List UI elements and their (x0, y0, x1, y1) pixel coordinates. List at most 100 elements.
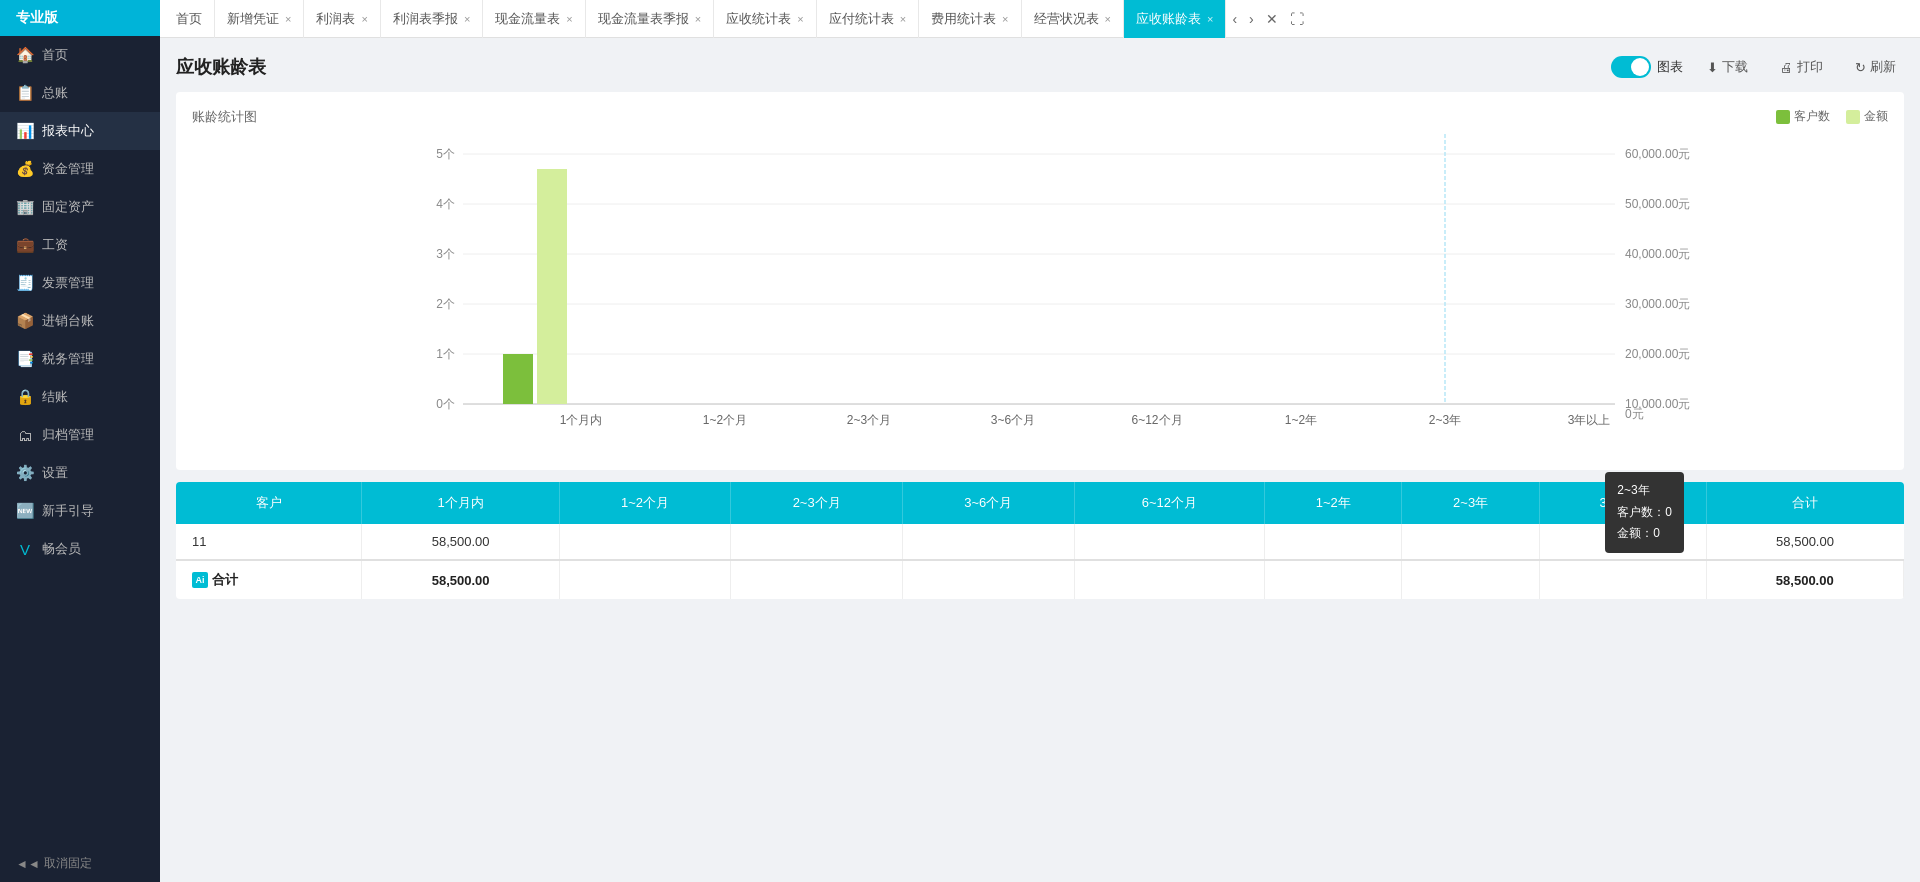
sidebar-item-label: 归档管理 (42, 426, 94, 444)
close-tab-voucher[interactable]: × (285, 13, 291, 25)
sidebar-item-invoice[interactable]: 🧾 发票管理 (0, 264, 160, 302)
footer-total: 58,500.00 (1706, 560, 1903, 599)
sidebar: 专业版 🏠 首页 📋 总账 📊 报表中心 💰 资金管理 🏢 固定资产 💼 工资 … (0, 0, 160, 882)
sidebar-item-reports[interactable]: 📊 报表中心 (0, 112, 160, 150)
footer-1m: 58,500.00 (362, 560, 559, 599)
unpin-icon: ◄◄ (16, 857, 40, 871)
close-tab-operation[interactable]: × (1105, 13, 1111, 25)
sidebar-item-guide[interactable]: 🆕 新手引导 (0, 492, 160, 530)
assets-icon: 🏢 (16, 198, 34, 216)
svg-text:60,000.00元: 60,000.00元 (1625, 147, 1690, 161)
salary-icon: 💼 (16, 236, 34, 254)
tab-operation[interactable]: 经营状况表 × (1022, 0, 1124, 38)
col-header-1to2m: 1~2个月 (559, 482, 731, 524)
cell-1to2m (559, 524, 731, 560)
page-title: 应收账龄表 (176, 55, 266, 79)
table-footer-row: Ai 合计 58,500.00 58,500.00 (176, 560, 1904, 599)
chart-container: 账龄统计图 客户数 金额 5个 4个 3个 2个 1个 0个 (176, 92, 1904, 470)
tab-close-all-button[interactable]: ✕ (1260, 0, 1284, 38)
chart-svg: 5个 4个 3个 2个 1个 0个 60,000.00元 50,000.00元 … (192, 134, 1888, 454)
sidebar-item-archive[interactable]: 🗂 归档管理 (0, 416, 160, 454)
sales-icon: 📦 (16, 312, 34, 330)
tab-cashflow-season[interactable]: 现金流量表季报 × (586, 0, 714, 38)
close-tab-cashflow[interactable]: × (566, 13, 572, 25)
refresh-icon: ↻ (1855, 60, 1866, 75)
data-table: 客户 1个月内 1~2个月 2~3个月 3~6个月 6~12个月 1~2年 2~… (176, 482, 1904, 599)
sidebar-item-label: 进销台账 (42, 312, 94, 330)
cell-2to3y (1402, 524, 1539, 560)
guide-icon: 🆕 (16, 502, 34, 520)
close-tab-profit[interactable]: × (361, 13, 367, 25)
close-tab-payable-stat[interactable]: × (900, 13, 906, 25)
sidebar-item-tax[interactable]: 📑 税务管理 (0, 340, 160, 378)
sidebar-item-label: 畅会员 (42, 540, 81, 558)
tab-profit[interactable]: 利润表 × (304, 0, 380, 38)
legend-customer: 客户数 (1776, 108, 1830, 125)
cell-3yplus (1539, 524, 1706, 560)
close-tab-cashflow-season[interactable]: × (695, 13, 701, 25)
chart-legend: 客户数 金额 (1776, 108, 1888, 125)
footer-1to2m (559, 560, 731, 599)
sidebar-item-settings[interactable]: ⚙️ 设置 (0, 454, 160, 492)
svg-text:4个: 4个 (436, 197, 455, 211)
footer-label: Ai 合计 (176, 560, 362, 599)
sidebar-item-ledger[interactable]: 📋 总账 (0, 74, 160, 112)
svg-text:2~3个月: 2~3个月 (847, 413, 891, 427)
main-area: 首页 新增凭证 × 利润表 × 利润表季报 × 现金流量表 × 现金流量表季报 … (160, 0, 1920, 882)
tab-receivable-stat[interactable]: 应收统计表 × (714, 0, 816, 38)
sidebar-item-sales[interactable]: 📦 进销台账 (0, 302, 160, 340)
sidebar-item-funds[interactable]: 💰 资金管理 (0, 150, 160, 188)
unpin-button[interactable]: ◄◄ 取消固定 (0, 845, 160, 882)
close-tab-expense-stat[interactable]: × (1002, 13, 1008, 25)
download-icon: ⬇ (1707, 60, 1718, 75)
sidebar-item-salary[interactable]: 💼 工资 (0, 226, 160, 264)
tab-prev-button[interactable]: ‹ (1226, 0, 1243, 38)
bar-amount-1[interactable] (537, 169, 567, 404)
svg-text:0个: 0个 (436, 397, 455, 411)
chart-toggle-label: 图表 (1657, 58, 1683, 76)
archive-icon: 🗂 (16, 427, 34, 444)
tab-cashflow[interactable]: 现金流量表 × (483, 0, 585, 38)
svg-text:30,000.00元: 30,000.00元 (1625, 297, 1690, 311)
tab-voucher[interactable]: 新增凭证 × (215, 0, 304, 38)
sidebar-item-home[interactable]: 🏠 首页 (0, 36, 160, 74)
close-tab-receivable-stat[interactable]: × (797, 13, 803, 25)
tab-expense-stat[interactable]: 费用统计表 × (919, 0, 1021, 38)
tab-payable-stat[interactable]: 应付统计表 × (817, 0, 919, 38)
bar-customer-1[interactable] (503, 354, 533, 404)
sidebar-item-label: 工资 (42, 236, 68, 254)
tab-home[interactable]: 首页 (164, 0, 215, 38)
chart-toggle[interactable] (1611, 56, 1651, 78)
close-tab-receivable-age[interactable]: × (1207, 13, 1213, 25)
home-icon: 🏠 (16, 46, 34, 64)
tab-receivable-age[interactable]: 应收账龄表 × (1124, 0, 1226, 38)
footer-2to3y (1402, 560, 1539, 599)
tab-profit-season[interactable]: 利润表季报 × (381, 0, 483, 38)
tab-expand-button[interactable]: ⛶ (1284, 0, 1310, 38)
footer-1to2y (1265, 560, 1402, 599)
settings-icon: ⚙️ (16, 464, 34, 482)
close-tab-profit-season[interactable]: × (464, 13, 470, 25)
sidebar-item-label: 税务管理 (42, 350, 94, 368)
refresh-button[interactable]: ↻ 刷新 (1847, 54, 1904, 80)
svg-text:1~2个月: 1~2个月 (703, 413, 747, 427)
svg-text:3~6个月: 3~6个月 (991, 413, 1035, 427)
content-area: 应收账龄表 图表 ⬇ 下载 🖨 打印 ↻ 刷新 (160, 38, 1920, 882)
sidebar-item-close[interactable]: 🔒 结账 (0, 378, 160, 416)
svg-text:0元: 0元 (1625, 407, 1644, 421)
legend-customer-label: 客户数 (1794, 108, 1830, 125)
sidebar-item-label: 新手引导 (42, 502, 94, 520)
svg-text:1个: 1个 (436, 347, 455, 361)
svg-text:3年以上: 3年以上 (1568, 413, 1611, 427)
sidebar-item-label: 固定资产 (42, 198, 94, 216)
tab-next-button[interactable]: › (1243, 0, 1260, 38)
sidebar-item-label: 发票管理 (42, 274, 94, 292)
page-actions: 图表 ⬇ 下载 🖨 打印 ↻ 刷新 (1611, 54, 1904, 80)
sidebar-item-assets[interactable]: 🏢 固定资产 (0, 188, 160, 226)
sidebar-item-member[interactable]: V 畅会员 (0, 530, 160, 568)
download-button[interactable]: ⬇ 下载 (1699, 54, 1756, 80)
col-header-total: 合计 (1706, 482, 1903, 524)
print-button[interactable]: 🖨 打印 (1772, 54, 1831, 80)
col-header-6to12m: 6~12个月 (1074, 482, 1265, 524)
svg-text:2~3年: 2~3年 (1429, 413, 1461, 427)
